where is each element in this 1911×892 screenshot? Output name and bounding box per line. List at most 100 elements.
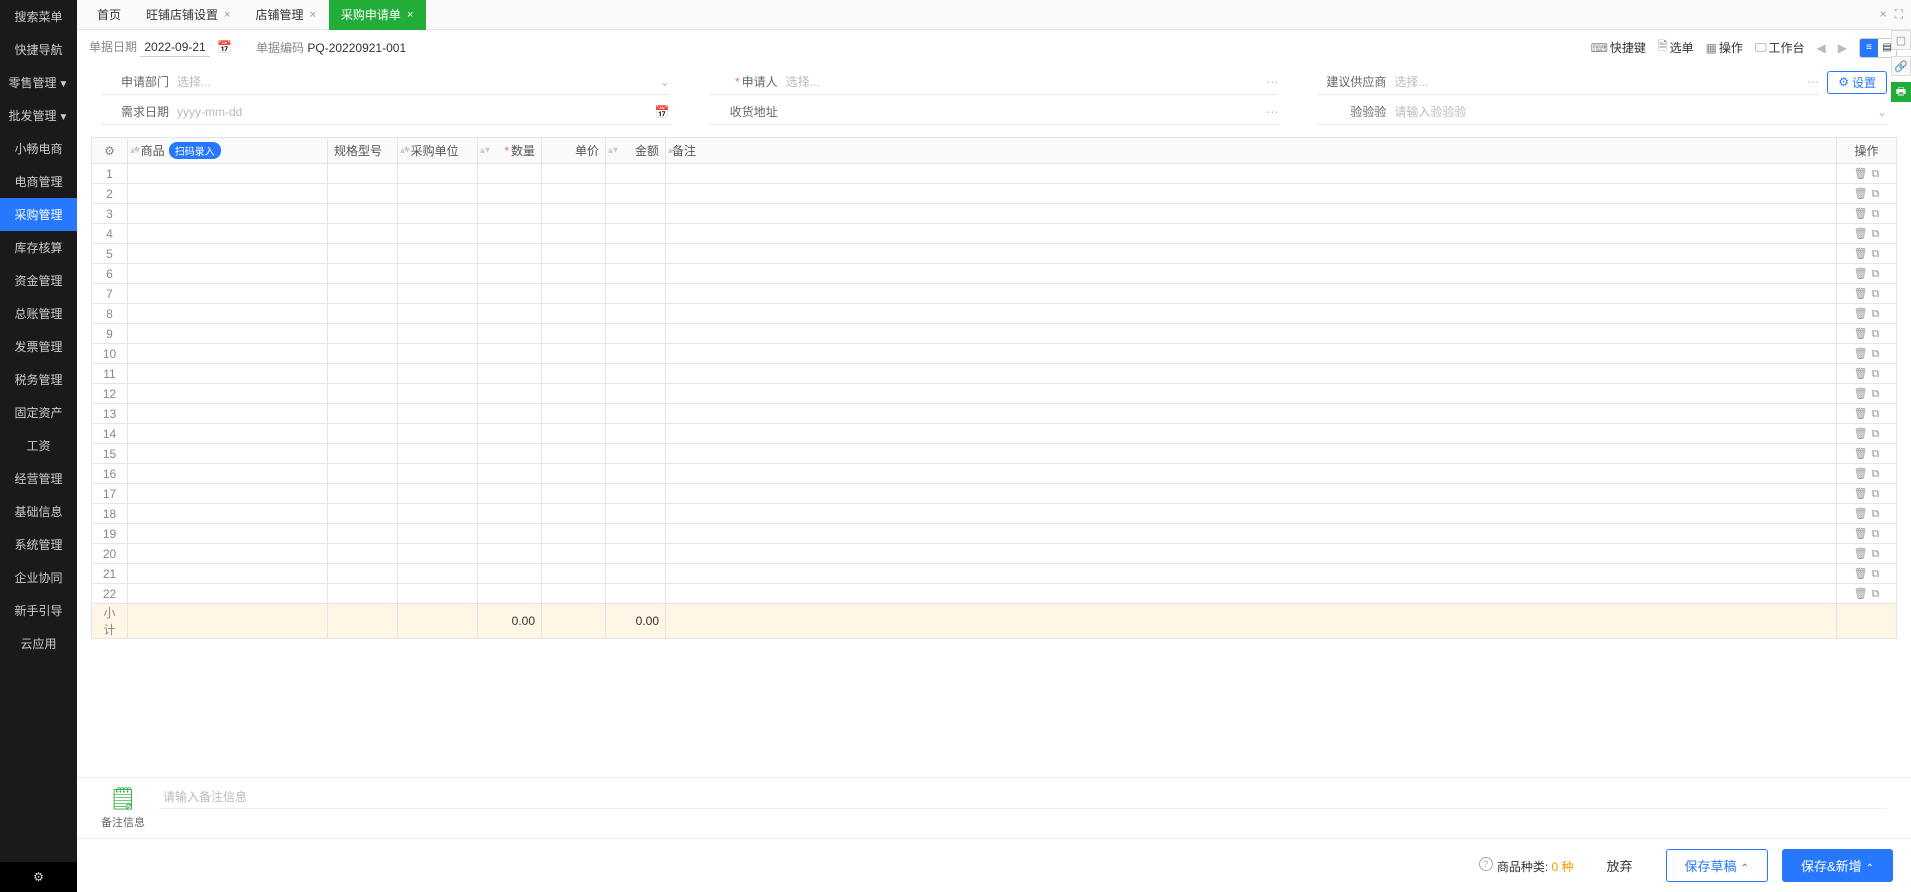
copy-icon[interactable]: ⧉ (1872, 188, 1880, 200)
sidebar-item-10[interactable]: 发票管理 (0, 330, 77, 363)
chevron-down-icon[interactable]: ⌄ (660, 75, 670, 89)
col-unit[interactable]: ▴▾*采购单位 (398, 138, 478, 164)
delete-icon[interactable]: 🗑 (1854, 168, 1868, 180)
action-link[interactable]: ▦操作 (1706, 39, 1743, 56)
delete-icon[interactable]: 🗑 (1854, 188, 1868, 200)
dept-input[interactable] (177, 75, 660, 89)
col-spec[interactable]: 规格型号 (328, 138, 398, 164)
copy-icon[interactable]: ⧉ (1872, 588, 1880, 600)
copy-icon[interactable]: ⧉ (1872, 208, 1880, 220)
table-row[interactable]: 21🗑⧉ (92, 564, 1897, 584)
tab-0[interactable]: 首页 (85, 0, 134, 30)
tab-2[interactable]: 店铺管理× (243, 0, 328, 30)
table-row[interactable]: 17🗑⧉ (92, 484, 1897, 504)
sidebar-settings[interactable]: ⚙ (0, 862, 77, 892)
copy-icon[interactable]: ⧉ (1872, 428, 1880, 440)
table-row[interactable]: 2🗑⧉ (92, 184, 1897, 204)
scan-tag[interactable]: 扫码录入 (169, 142, 221, 159)
nav-prev[interactable]: ◀ (1817, 41, 1826, 55)
workbench-link[interactable]: 🖵工作台 (1755, 39, 1805, 56)
tab-close-all-icon[interactable]: × (1880, 7, 1887, 22)
tab-3[interactable]: 采购申请单× (329, 0, 426, 30)
addr-input[interactable] (786, 105, 1267, 119)
delete-icon[interactable]: 🗑 (1854, 508, 1868, 520)
table-row[interactable]: 15🗑⧉ (92, 444, 1897, 464)
copy-icon[interactable]: ⧉ (1872, 328, 1880, 340)
sidebar-item-3[interactable]: 批发管理▼ (0, 99, 77, 132)
col-remark[interactable]: ▴▾备注 (666, 138, 1837, 164)
field-reqdate[interactable]: 需求日期 📅 (101, 99, 670, 125)
delete-icon[interactable]: 🗑 (1854, 228, 1868, 240)
shortcut-link[interactable]: ⌨快捷键 (1591, 39, 1646, 56)
delete-icon[interactable]: 🗑 (1854, 268, 1868, 280)
applicant-input[interactable] (786, 75, 1267, 89)
sidebar-item-2[interactable]: 零售管理▼ (0, 66, 77, 99)
copy-icon[interactable]: ⧉ (1872, 268, 1880, 280)
delete-icon[interactable]: 🗑 (1854, 488, 1868, 500)
table-row[interactable]: 14🗑⧉ (92, 424, 1897, 444)
table-row[interactable]: 4🗑⧉ (92, 224, 1897, 244)
sidebar-item-12[interactable]: 固定资产 (0, 396, 77, 429)
table-row[interactable]: 9🗑⧉ (92, 324, 1897, 344)
copy-icon[interactable]: ⧉ (1872, 388, 1880, 400)
sidebar-item-8[interactable]: 资金管理 (0, 264, 77, 297)
table-row[interactable]: 10🗑⧉ (92, 344, 1897, 364)
copy-icon[interactable]: ⧉ (1872, 528, 1880, 540)
sidebar-item-6[interactable]: 采购管理 (0, 198, 77, 231)
expand-icon[interactable]: ⛶ (1895, 7, 1903, 22)
more-icon[interactable]: ⋯ (1807, 75, 1819, 89)
supplier-input[interactable] (1394, 75, 1807, 89)
more-icon[interactable]: ⋯ (1266, 75, 1278, 89)
field-check[interactable]: 验验验 ⌄ (1318, 99, 1887, 125)
delete-icon[interactable]: 🗑 (1854, 448, 1868, 460)
delete-icon[interactable]: 🗑 (1854, 568, 1868, 580)
delete-icon[interactable]: 🗑 (1854, 528, 1868, 540)
sidebar-item-15[interactable]: 基础信息 (0, 495, 77, 528)
close-icon[interactable]: × (309, 0, 315, 30)
close-icon[interactable]: × (224, 0, 230, 30)
sidebar-item-14[interactable]: 经营管理 (0, 462, 77, 495)
col-qty[interactable]: ▴▾*数量 (478, 138, 542, 164)
copy-icon[interactable]: ⧉ (1872, 508, 1880, 520)
rail-btn-attach[interactable]: 🔗 (1891, 56, 1911, 76)
delete-icon[interactable]: 🗑 (1854, 288, 1868, 300)
chevron-down-icon[interactable]: ⌄ (1877, 105, 1887, 119)
gear-header[interactable]: ⚙ (92, 138, 128, 164)
delete-icon[interactable]: 🗑 (1854, 328, 1868, 340)
config-button[interactable]: ⚙设置 (1827, 71, 1887, 94)
table-row[interactable]: 6🗑⧉ (92, 264, 1897, 284)
reqdate-input[interactable] (177, 105, 655, 119)
close-icon[interactable]: × (407, 0, 413, 30)
rail-btn-1[interactable]: ▢ (1891, 30, 1911, 50)
field-dept[interactable]: 申请部门 ⌄ (101, 69, 670, 95)
sidebar-item-5[interactable]: 电商管理 (0, 165, 77, 198)
table-row[interactable]: 19🗑⧉ (92, 524, 1897, 544)
form-link[interactable]: 🗎选单 (1658, 37, 1694, 58)
table-row[interactable]: 1🗑⧉ (92, 164, 1897, 184)
table-row[interactable]: 5🗑⧉ (92, 244, 1897, 264)
delete-icon[interactable]: 🗑 (1854, 408, 1868, 420)
remarks-input[interactable] (159, 786, 1887, 809)
delete-icon[interactable]: 🗑 (1854, 548, 1868, 560)
copy-icon[interactable]: ⧉ (1872, 548, 1880, 560)
copy-icon[interactable]: ⧉ (1872, 248, 1880, 260)
delete-icon[interactable]: 🗑 (1854, 308, 1868, 320)
table-row[interactable]: 11🗑⧉ (92, 364, 1897, 384)
table-row[interactable]: 12🗑⧉ (92, 384, 1897, 404)
delete-icon[interactable]: 🗑 (1854, 368, 1868, 380)
table-row[interactable]: 20🗑⧉ (92, 544, 1897, 564)
delete-icon[interactable]: 🗑 (1854, 208, 1868, 220)
table-row[interactable]: 13🗑⧉ (92, 404, 1897, 424)
copy-icon[interactable]: ⧉ (1872, 168, 1880, 180)
sidebar-item-17[interactable]: 企业协同 (0, 561, 77, 594)
copy-icon[interactable]: ⧉ (1872, 448, 1880, 460)
copy-icon[interactable]: ⧉ (1872, 408, 1880, 420)
copy-icon[interactable]: ⧉ (1872, 368, 1880, 380)
sidebar-item-4[interactable]: 小畅电商 (0, 132, 77, 165)
nav-next[interactable]: ▶ (1838, 41, 1847, 55)
sidebar-item-7[interactable]: 库存核算 (0, 231, 77, 264)
delete-icon[interactable]: 🗑 (1854, 588, 1868, 600)
copy-icon[interactable]: ⧉ (1872, 228, 1880, 240)
sidebar-item-11[interactable]: 税务管理 (0, 363, 77, 396)
col-price[interactable]: 单价 (542, 138, 606, 164)
